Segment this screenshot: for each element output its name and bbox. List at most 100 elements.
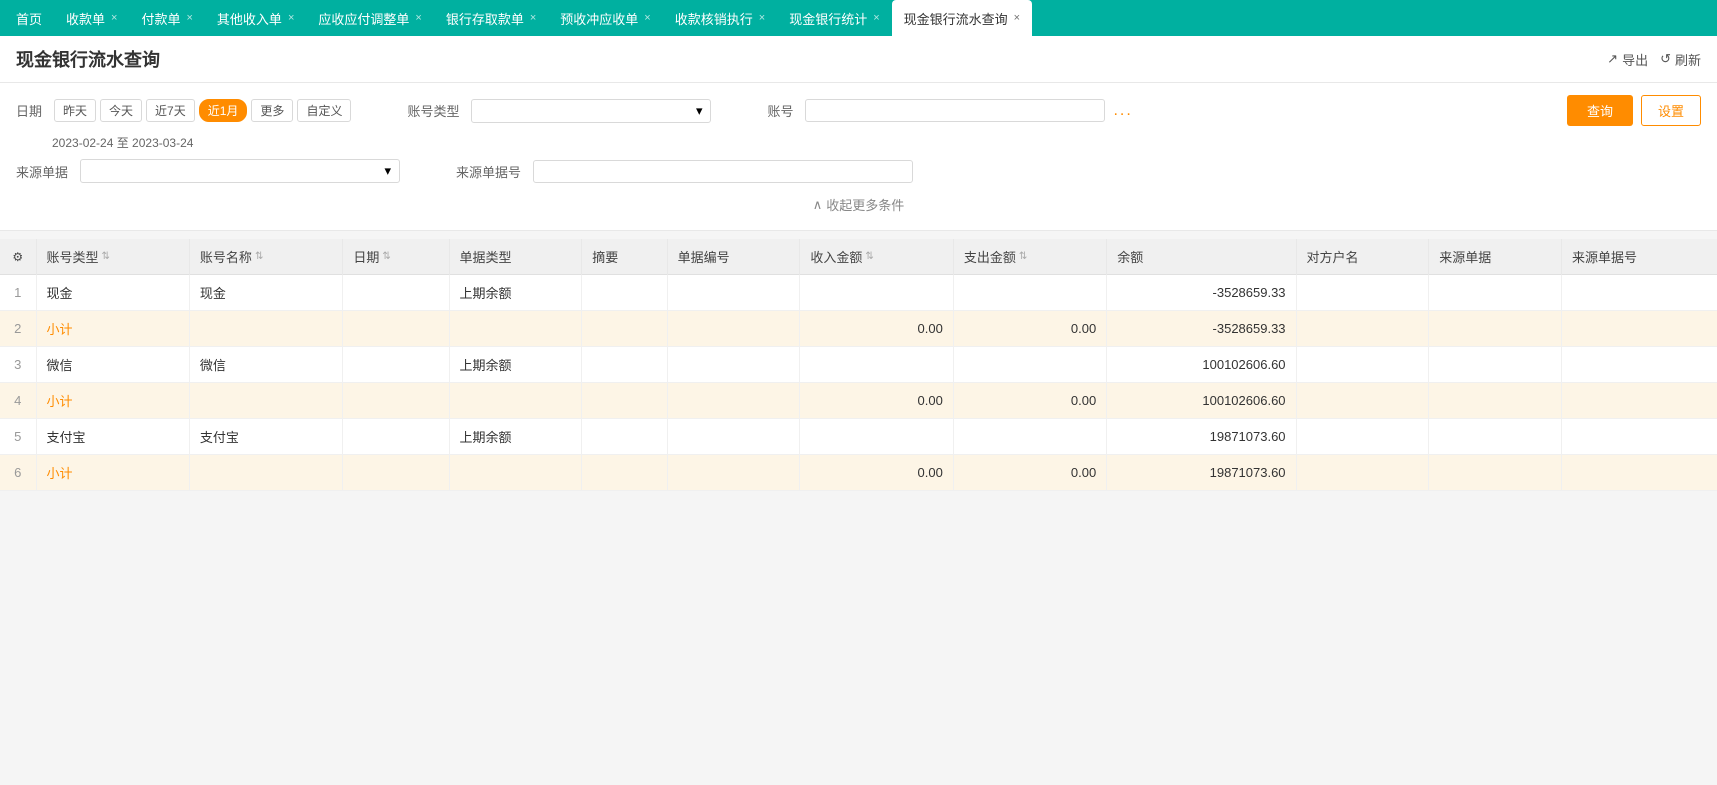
table-row[interactable]: 4 小计 0.00 0.00 100102606.60	[0, 383, 1717, 419]
cell-source-doc-no	[1561, 275, 1717, 311]
th-expense[interactable]: 支出金额 ⇅	[953, 239, 1106, 275]
cell-summary	[582, 455, 667, 491]
date-1month[interactable]: 近1月	[199, 99, 248, 122]
cell-expense	[953, 419, 1106, 455]
cell-counterpart	[1296, 275, 1429, 311]
sort-icon: ⇅	[102, 251, 110, 262]
close-icon[interactable]: ×	[415, 12, 421, 24]
cell-counterpart	[1296, 419, 1429, 455]
nav-receipt[interactable]: 收款单 ×	[54, 0, 129, 36]
th-counterpart: 对方户名	[1296, 239, 1429, 275]
nav-stats[interactable]: 现金银行统计 ×	[777, 0, 891, 36]
table-row[interactable]: 3 微信 微信 上期余额 100102606.60	[0, 347, 1717, 383]
nav-flow-query[interactable]: 现金银行流水查询 ×	[892, 0, 1032, 36]
refresh-button[interactable]: ↺ 刷新	[1660, 50, 1701, 69]
date-7days[interactable]: 近7天	[146, 99, 195, 122]
cell-expense: 0.00	[953, 311, 1106, 347]
cell-balance: 19871073.60	[1107, 455, 1296, 491]
nav-other-income[interactable]: 其他收入单 ×	[205, 0, 306, 36]
query-button[interactable]: 查询	[1567, 95, 1633, 126]
nav-adjustment[interactable]: 应收应付调整单 ×	[306, 0, 433, 36]
date-custom[interactable]: 自定义	[297, 99, 351, 122]
nav-prepay[interactable]: 预收冲应收单 ×	[548, 0, 662, 36]
account-type-label: 账号类型	[407, 101, 459, 120]
date-more[interactable]: 更多	[251, 99, 293, 122]
cell-date	[343, 383, 449, 419]
account-more-dots[interactable]: ...	[1113, 102, 1132, 120]
close-icon[interactable]: ×	[1014, 12, 1020, 24]
cell-doc-no	[667, 383, 800, 419]
close-icon[interactable]: ×	[759, 12, 765, 24]
th-account-type[interactable]: 账号类型 ⇅	[36, 239, 189, 275]
cell-account-name	[189, 383, 342, 419]
date-yesterday[interactable]: 昨天	[54, 99, 96, 122]
cell-doc-no	[667, 419, 800, 455]
source-doc-no-filter-group: 来源单据号	[456, 160, 913, 183]
account-type-filter-group: 账号类型 ▾	[407, 99, 711, 123]
cell-source-doc	[1429, 419, 1562, 455]
close-icon[interactable]: ×	[644, 12, 650, 24]
cell-doc-type	[449, 455, 582, 491]
filter-row-1: 日期 昨天 今天 近7天 近1月 更多 自定义 账号类型 ▾ 账号 ..	[16, 95, 1701, 126]
cell-account-type: 现金	[36, 275, 189, 311]
cell-income	[800, 347, 953, 383]
th-source-doc-no: 来源单据号	[1561, 239, 1717, 275]
close-icon[interactable]: ×	[873, 12, 879, 24]
collapse-bar[interactable]: ∧ 收起更多条件	[16, 191, 1701, 218]
date-filter-group: 日期 昨天 今天 近7天 近1月 更多 自定义	[16, 99, 351, 122]
cell-num: 4	[0, 383, 36, 419]
source-doc-no-input[interactable]	[542, 164, 904, 179]
cell-balance: 19871073.60	[1107, 419, 1296, 455]
table-row[interactable]: 1 现金 现金 上期余额 -3528659.33	[0, 275, 1717, 311]
source-doc-select[interactable]: ▾	[80, 159, 400, 183]
cell-account-type: 微信	[36, 347, 189, 383]
th-settings[interactable]: ⚙	[0, 239, 36, 275]
th-doc-type[interactable]: 单据类型	[449, 239, 582, 275]
settings-button[interactable]: 设置	[1641, 95, 1701, 126]
cell-source-doc	[1429, 455, 1562, 491]
close-icon[interactable]: ×	[288, 12, 294, 24]
close-icon[interactable]: ×	[530, 12, 536, 24]
cell-num: 2	[0, 311, 36, 347]
date-range-display: 2023-02-24 至 2023-03-24	[52, 136, 193, 150]
th-account-name[interactable]: 账号名称 ⇅	[189, 239, 342, 275]
cell-account-name	[189, 455, 342, 491]
source-doc-label: 来源单据	[16, 162, 68, 181]
th-date[interactable]: 日期 ⇅	[343, 239, 449, 275]
table-row[interactable]: 6 小计 0.00 0.00 19871073.60	[0, 455, 1717, 491]
source-doc-filter-group: 来源单据 ▾	[16, 159, 400, 183]
cell-source-doc	[1429, 275, 1562, 311]
table-row[interactable]: 5 支付宝 支付宝 上期余额 19871073.60	[0, 419, 1717, 455]
account-input[interactable]	[814, 103, 1096, 118]
th-summary[interactable]: 摘要	[582, 239, 667, 275]
date-today[interactable]: 今天	[100, 99, 142, 122]
export-button[interactable]: ↗ 导出	[1607, 50, 1648, 69]
date-label: 日期	[16, 101, 42, 120]
account-input-wrapper	[805, 99, 1105, 122]
filter-area: 日期 昨天 今天 近7天 近1月 更多 自定义 账号类型 ▾ 账号 ..	[0, 83, 1717, 231]
sort-icon: ⇅	[255, 251, 263, 262]
chevron-down-icon: ▾	[696, 103, 703, 119]
account-filter-group: 账号 ...	[767, 99, 1132, 122]
nav-home[interactable]: 首页	[4, 0, 54, 36]
cell-doc-type	[449, 383, 582, 419]
account-type-select[interactable]: ▾	[471, 99, 711, 123]
cell-expense: 0.00	[953, 455, 1106, 491]
close-icon[interactable]: ×	[111, 12, 117, 24]
table-body: 1 现金 现金 上期余额 -3528659.33 2 小计 0.00 0.00 …	[0, 275, 1717, 491]
cell-summary	[582, 419, 667, 455]
cell-balance: -3528659.33	[1107, 311, 1296, 347]
date-buttons: 昨天 今天 近7天 近1月 更多 自定义	[54, 99, 351, 122]
nav-payment[interactable]: 付款单 ×	[129, 0, 204, 36]
th-income[interactable]: 收入金额 ⇅	[800, 239, 953, 275]
nav-verify[interactable]: 收款核销执行 ×	[663, 0, 777, 36]
cell-summary	[582, 275, 667, 311]
table-row[interactable]: 2 小计 0.00 0.00 -3528659.33	[0, 311, 1717, 347]
cell-source-doc	[1429, 347, 1562, 383]
cell-date	[343, 419, 449, 455]
cell-source-doc	[1429, 311, 1562, 347]
cell-doc-no	[667, 455, 800, 491]
close-icon[interactable]: ×	[186, 12, 192, 24]
nav-bank-deposit[interactable]: 银行存取款单 ×	[434, 0, 548, 36]
th-doc-no[interactable]: 单据编号	[667, 239, 800, 275]
